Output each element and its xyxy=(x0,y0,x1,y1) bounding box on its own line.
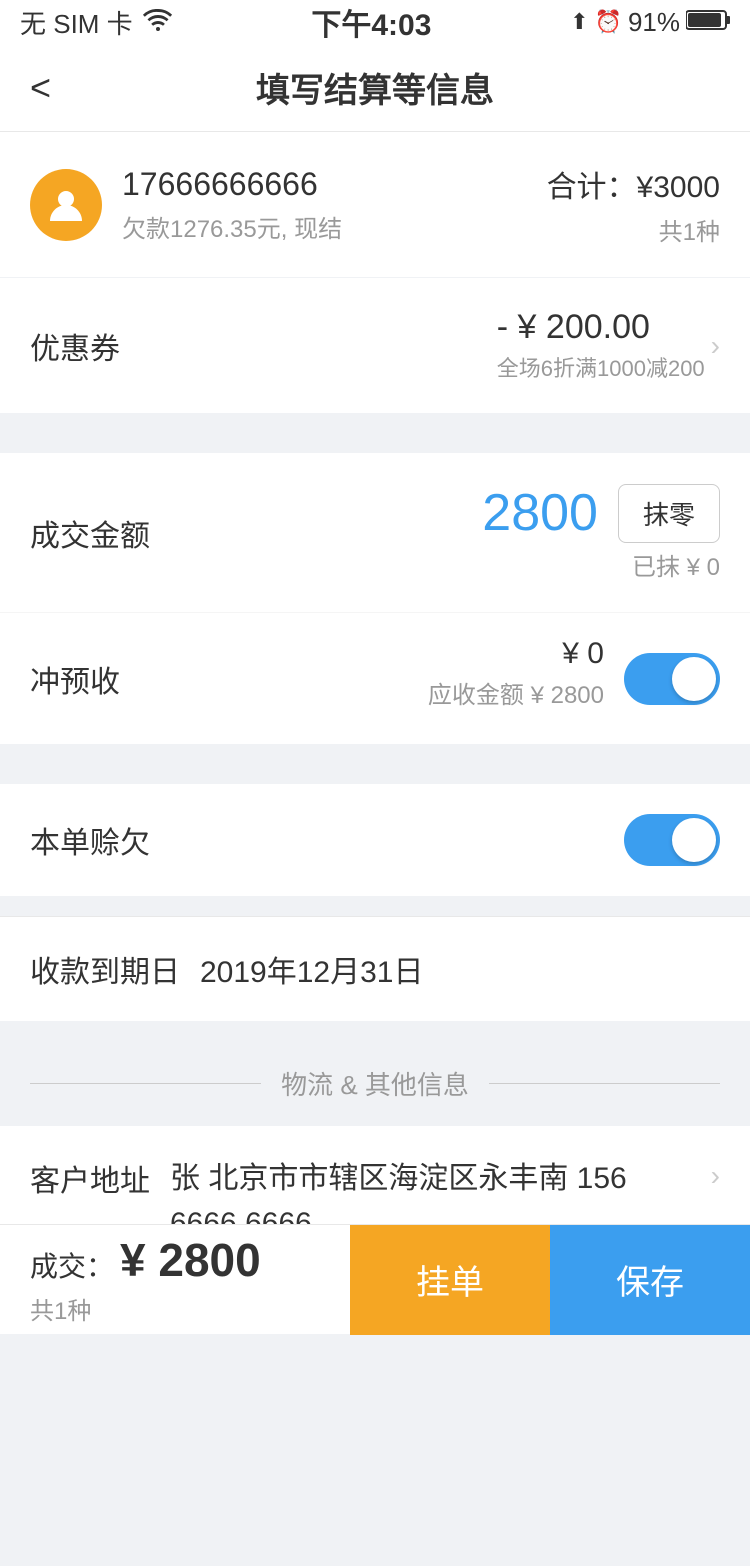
avatar xyxy=(30,169,102,241)
deal-amount-row: 成交金额 2800 抹零 已抹 ¥ 0 xyxy=(0,453,750,613)
prepay-label: 冲预收 xyxy=(30,657,120,701)
logistics-divider: 物流 & 其他信息 xyxy=(0,1041,750,1126)
deal-amount-label: 成交金额 xyxy=(30,511,150,555)
customer-total: 合计：¥3000 共1种 xyxy=(547,162,720,247)
coupon-row[interactable]: 优惠券 - ¥ 200.00 全场6折满1000减200 › xyxy=(0,278,750,413)
deal-amount-value: 2800 xyxy=(482,483,598,543)
deal-amount-section: 成交金额 2800 抹零 已抹 ¥ 0 冲预收 ¥ 0 应收金额 ¥ 2800 xyxy=(0,453,750,744)
wifi-icon xyxy=(143,7,173,38)
duedate-label: 收款到期日 xyxy=(30,947,180,991)
prepay-sub: 应收金额 ¥ 2800 xyxy=(428,675,604,710)
back-button[interactable]: < xyxy=(30,67,71,109)
address-chevron-icon: › xyxy=(711,1156,720,1192)
status-bar: 无 SIM 卡 下午4:03 ⬆ ⏰ 91% xyxy=(0,0,750,44)
round-button[interactable]: 抹零 xyxy=(618,484,720,543)
customer-info-row: 17666666666 欠款1276.35元, 现结 合计：¥3000 共1种 xyxy=(0,132,750,278)
save-button[interactable]: 保存 xyxy=(550,1225,750,1335)
customer-left: 17666666666 欠款1276.35元, 现结 xyxy=(30,166,342,244)
bottom-bar: 成交： ¥ 2800 共1种 挂单 保存 xyxy=(0,1224,750,1334)
arrears-toggle[interactable] xyxy=(624,814,720,866)
duedate-section: 收款到期日 2019年12月31日 xyxy=(0,917,750,1021)
total-count-label: 共1种 xyxy=(547,212,720,247)
address-label: 客户地址 xyxy=(30,1156,150,1200)
deal-amount-right: 2800 抹零 已抹 ¥ 0 xyxy=(482,483,720,582)
customer-info-card: 17666666666 欠款1276.35元, 现结 合计：¥3000 共1种 … xyxy=(0,132,750,413)
arrears-row: 本单赊欠 xyxy=(0,784,750,896)
chevron-right-icon: › xyxy=(711,330,720,362)
bottom-summary: 成交： ¥ 2800 共1种 xyxy=(0,1233,350,1326)
divider-line-left xyxy=(30,1083,261,1084)
page-title: 填写结算等信息 xyxy=(256,63,494,112)
deal-amount-value-row: 2800 抹零 xyxy=(482,483,720,543)
duedate-value: 2019年12月31日 xyxy=(200,947,423,991)
bottom-count: 共1种 xyxy=(30,1291,320,1326)
divider-line-right xyxy=(489,1083,720,1084)
customer-subtitle: 欠款1276.35元, 现结 xyxy=(122,209,342,244)
section-divider-1 xyxy=(0,433,750,453)
status-right: ⬆ ⏰ 91% xyxy=(570,7,730,38)
arrears-toggle-knob xyxy=(672,818,716,862)
location-icon: ⬆ xyxy=(570,9,588,35)
prepay-toggle[interactable] xyxy=(624,653,720,705)
page-header: < 填写结算等信息 xyxy=(0,44,750,132)
customer-details: 17666666666 欠款1276.35元, 现结 xyxy=(122,166,342,244)
bottom-deal-label: 成交： xyxy=(30,1245,114,1285)
customer-phone: 17666666666 xyxy=(122,166,342,203)
status-left: 无 SIM 卡 xyxy=(20,4,173,41)
alarm-icon: ⏰ xyxy=(595,9,622,35)
deal-amount-sub: 已抹 ¥ 0 xyxy=(482,547,720,582)
coupon-amount: - ¥ 200.00 xyxy=(497,308,705,347)
hang-order-button[interactable]: 挂单 xyxy=(350,1225,550,1335)
logistics-label: 物流 & 其他信息 xyxy=(281,1065,469,1102)
duedate-row: 收款到期日 2019年12月31日 xyxy=(0,917,750,1021)
coupon-value-wrap: - ¥ 200.00 全场6折满1000减200 xyxy=(497,308,705,383)
arrears-section: 本单赊欠 xyxy=(0,784,750,896)
arrears-label: 本单赊欠 xyxy=(30,818,150,862)
section-divider-2 xyxy=(0,764,750,784)
bottom-deal-amount: ¥ 2800 xyxy=(120,1233,261,1287)
battery-label: 91% xyxy=(628,7,680,38)
prepay-amount: ¥ 0 xyxy=(428,637,604,671)
coupon-label: 优惠券 xyxy=(30,324,120,368)
bottom-deal-row: 成交： ¥ 2800 xyxy=(30,1233,320,1287)
no-sim-label: 无 SIM 卡 xyxy=(20,4,133,41)
battery-icon xyxy=(686,7,730,38)
prepay-row: 冲预收 ¥ 0 应收金额 ¥ 2800 xyxy=(0,613,750,744)
coupon-desc: 全场6折满1000减200 xyxy=(497,351,705,383)
status-time: 下午4:03 xyxy=(311,0,431,44)
toggle-knob xyxy=(672,657,716,701)
total-amount-label: 合计：¥3000 xyxy=(547,162,720,206)
